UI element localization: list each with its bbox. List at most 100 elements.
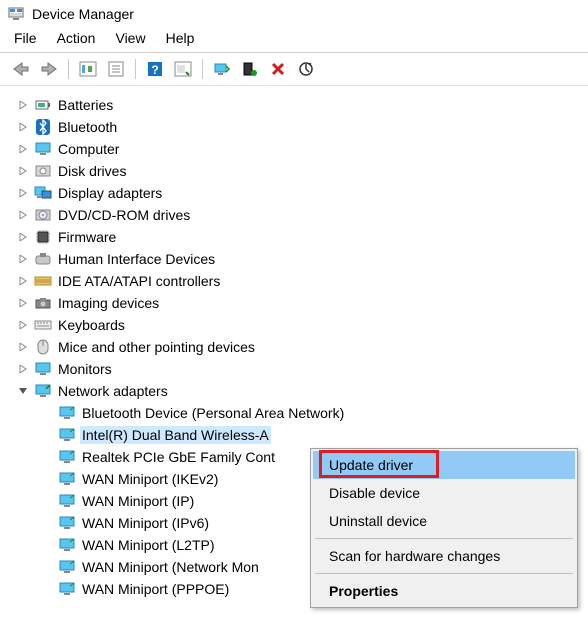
- context-scan-hardware[interactable]: Scan for hardware changes: [313, 542, 575, 570]
- tree-label: Network adapters: [56, 382, 170, 400]
- spacer: [40, 428, 54, 442]
- action-toolbar-button[interactable]: [170, 57, 196, 81]
- tree-node-display-adapters[interactable]: Display adapters: [16, 182, 584, 204]
- network-adapter-icon: [58, 426, 76, 444]
- device-manager-icon: [8, 6, 24, 22]
- help-toolbar-button[interactable]: ?: [142, 57, 168, 81]
- menu-bar: File Action View Help: [0, 26, 588, 52]
- tree-node-disk-drives[interactable]: Disk drives: [16, 160, 584, 182]
- spacer: [40, 494, 54, 508]
- spacer: [40, 538, 54, 552]
- cdrom-icon: [34, 206, 52, 224]
- tree-node-keyboards[interactable]: Keyboards: [16, 314, 584, 336]
- tree-node-ide[interactable]: IDE ATA/ATAPI controllers: [16, 270, 584, 292]
- tree-node-mice[interactable]: Mice and other pointing devices: [16, 336, 584, 358]
- chevron-right-icon[interactable]: [16, 318, 30, 332]
- chevron-right-icon[interactable]: [16, 274, 30, 288]
- chevron-right-icon[interactable]: [16, 296, 30, 310]
- tree-node-bt-pan[interactable]: Bluetooth Device (Personal Area Network): [16, 402, 584, 424]
- chevron-right-icon[interactable]: [16, 98, 30, 112]
- context-disable-device[interactable]: Disable device: [313, 479, 575, 507]
- tree-node-network-adapters[interactable]: Network adapters: [16, 380, 584, 402]
- hid-icon: [34, 250, 52, 268]
- chevron-right-icon[interactable]: [16, 164, 30, 178]
- network-adapter-icon: [58, 492, 76, 510]
- chevron-right-icon[interactable]: [16, 120, 30, 134]
- tree-label: Display adapters: [56, 184, 164, 202]
- spacer: [40, 472, 54, 486]
- disk-drive-icon: [34, 162, 52, 180]
- menu-action[interactable]: Action: [49, 28, 104, 48]
- tree-node-firmware[interactable]: Firmware: [16, 226, 584, 248]
- network-adapter-icon: [58, 514, 76, 532]
- update-driver-toolbar-button[interactable]: [209, 57, 235, 81]
- tree-label: Batteries: [56, 96, 115, 114]
- show-hide-tree-button[interactable]: [75, 57, 101, 81]
- battery-icon: [34, 96, 52, 114]
- context-uninstall-device[interactable]: Uninstall device: [313, 507, 575, 535]
- chevron-right-icon[interactable]: [16, 230, 30, 244]
- tree-label: Disk drives: [56, 162, 128, 180]
- tree-label: DVD/CD-ROM drives: [56, 206, 192, 224]
- network-adapter-icon: [58, 558, 76, 576]
- scan-hardware-toolbar-button[interactable]: [293, 57, 319, 81]
- tree-label: WAN Miniport (IP): [80, 492, 196, 510]
- spacer: [40, 582, 54, 596]
- tree-label: WAN Miniport (Network Mon: [80, 558, 261, 576]
- enable-device-toolbar-button[interactable]: [237, 57, 263, 81]
- keyboard-icon: [34, 316, 52, 334]
- camera-icon: [34, 294, 52, 312]
- uninstall-device-toolbar-button[interactable]: [265, 57, 291, 81]
- chevron-right-icon[interactable]: [16, 142, 30, 156]
- tree-label: Mice and other pointing devices: [56, 338, 257, 356]
- menu-file[interactable]: File: [6, 28, 45, 48]
- toolbar-separator: [135, 59, 136, 79]
- tree-label: Bluetooth: [56, 118, 119, 136]
- tree-node-bluetooth[interactable]: Bluetooth: [16, 116, 584, 138]
- menu-view[interactable]: View: [107, 28, 153, 48]
- tree-label: Firmware: [56, 228, 118, 246]
- context-update-driver[interactable]: Update driver: [313, 451, 575, 479]
- tree-label: WAN Miniport (L2TP): [80, 536, 217, 554]
- svg-text:?: ?: [151, 63, 158, 77]
- title-bar: Device Manager: [0, 0, 588, 26]
- tree-label: WAN Miniport (PPPOE): [80, 580, 231, 598]
- context-menu: Update driver Disable device Uninstall d…: [310, 448, 578, 608]
- tree-node-monitors[interactable]: Monitors: [16, 358, 584, 380]
- tree-label: Keyboards: [56, 316, 127, 334]
- tree-node-computer[interactable]: Computer: [16, 138, 584, 160]
- properties-toolbar-button[interactable]: [103, 57, 129, 81]
- bluetooth-icon: [34, 118, 52, 136]
- spacer: [40, 406, 54, 420]
- toolbar-separator: [68, 59, 69, 79]
- back-button[interactable]: [8, 57, 34, 81]
- chevron-right-icon[interactable]: [16, 252, 30, 266]
- chip-icon: [34, 228, 52, 246]
- tree-node-batteries[interactable]: Batteries: [16, 94, 584, 116]
- tree-label: Imaging devices: [56, 294, 161, 312]
- menu-help[interactable]: Help: [158, 28, 203, 48]
- network-adapter-icon: [58, 448, 76, 466]
- tree-node-imaging[interactable]: Imaging devices: [16, 292, 584, 314]
- chevron-down-icon[interactable]: [16, 384, 30, 398]
- chevron-right-icon[interactable]: [16, 208, 30, 222]
- chevron-right-icon[interactable]: [16, 186, 30, 200]
- tree-node-hid[interactable]: Human Interface Devices: [16, 248, 584, 270]
- forward-button[interactable]: [36, 57, 62, 81]
- context-properties[interactable]: Properties: [313, 577, 575, 605]
- window-title: Device Manager: [32, 6, 134, 22]
- network-adapter-icon: [58, 536, 76, 554]
- tree-node-dvd-cdrom[interactable]: DVD/CD-ROM drives: [16, 204, 584, 226]
- chevron-right-icon[interactable]: [16, 340, 30, 354]
- tree-label: Human Interface Devices: [56, 250, 217, 268]
- tree-label: Bluetooth Device (Personal Area Network): [80, 404, 346, 422]
- tree-label: IDE ATA/ATAPI controllers: [56, 272, 222, 290]
- context-separator: [315, 573, 573, 574]
- tree-node-intel-wifi[interactable]: Intel(R) Dual Band Wireless-A: [16, 424, 584, 446]
- toolbar: ?: [0, 53, 588, 86]
- spacer: [40, 516, 54, 530]
- network-adapter-icon: [58, 470, 76, 488]
- tree-label: WAN Miniport (IKEv2): [80, 470, 220, 488]
- chevron-right-icon[interactable]: [16, 362, 30, 376]
- tree-label: Computer: [56, 140, 121, 158]
